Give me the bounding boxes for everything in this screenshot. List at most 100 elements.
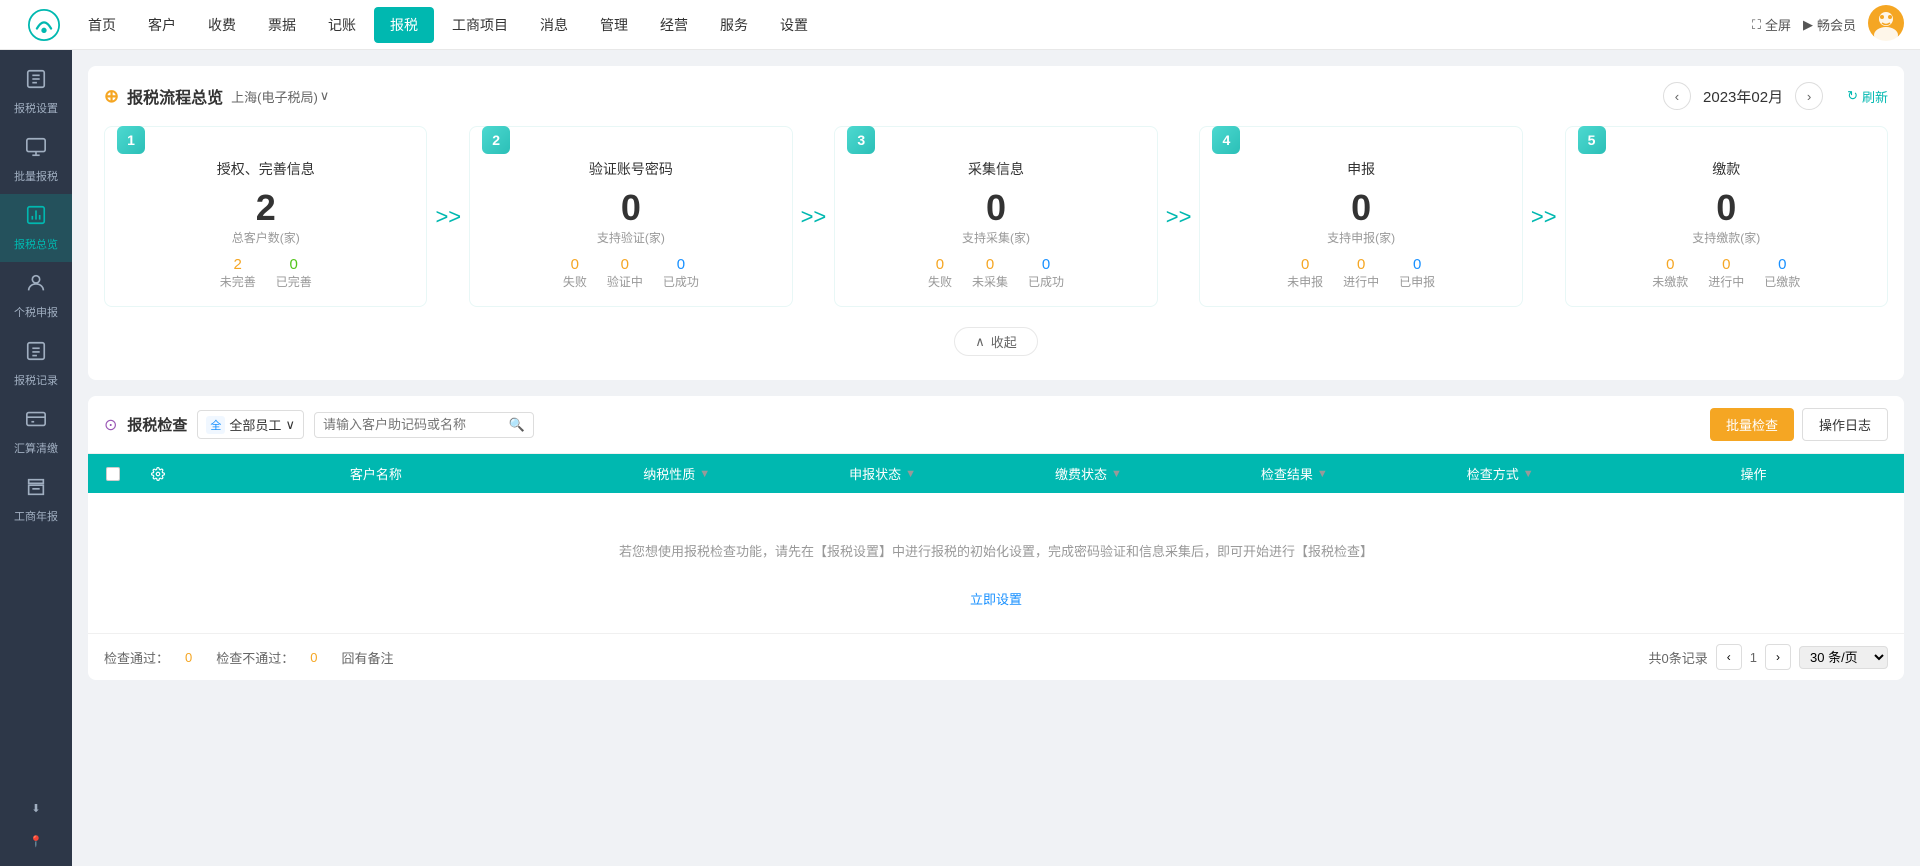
sidebar-item-tax-settings[interactable]: 报税设置 bbox=[0, 58, 72, 126]
check-header: ⊙ 报税检查 全 全部员工 ∨ 🔍 批量检查 操作日志 bbox=[88, 396, 1904, 454]
sidebar-download[interactable]: ⬇ bbox=[29, 792, 43, 825]
stat-val: 0 bbox=[972, 256, 1008, 273]
sidebar-item-individual-tax[interactable]: 个税申报 bbox=[0, 262, 72, 330]
stat-paying[interactable]: 0 进行中 bbox=[1708, 256, 1744, 290]
download-icon: ⬇ bbox=[31, 802, 40, 815]
nav-fee[interactable]: 收费 bbox=[192, 0, 252, 50]
stat-verifying[interactable]: 0 验证中 bbox=[607, 256, 643, 290]
stat-val: 0 bbox=[1287, 256, 1323, 273]
nav-customer[interactable]: 客户 bbox=[132, 0, 192, 50]
stat-fail[interactable]: 0 失败 bbox=[563, 256, 587, 290]
flow-steps: 1 授权、完善信息 2 总客户数(家) 2 未完善 0 已完善 bbox=[104, 126, 1888, 307]
per-page-select[interactable]: 30 条/页 50 条/页 100 条/页 bbox=[1799, 646, 1888, 669]
stat-verified[interactable]: 0 已成功 bbox=[663, 256, 699, 290]
fullscreen-btn[interactable]: ⛶ 全屏 bbox=[1752, 15, 1791, 34]
prev-month-btn[interactable]: ‹ bbox=[1663, 82, 1691, 110]
nav-invoice[interactable]: 票据 bbox=[252, 0, 312, 50]
next-page-btn[interactable]: › bbox=[1765, 644, 1791, 670]
step-title-4: 申报 bbox=[1216, 159, 1505, 179]
refresh-label: 刷新 bbox=[1862, 87, 1888, 106]
filter-icon[interactable]: ▼ bbox=[1317, 468, 1328, 480]
prev-page-btn[interactable]: ‹ bbox=[1716, 644, 1742, 670]
step-count-4: 0 bbox=[1216, 187, 1505, 229]
stat-declared[interactable]: 0 已申报 bbox=[1399, 256, 1435, 290]
th-check-method: 检查方式 ▼ bbox=[1397, 454, 1603, 493]
arrow-1: >> bbox=[427, 126, 469, 307]
vip-btn[interactable]: ▶ 畅会员 bbox=[1803, 15, 1856, 34]
nav-business[interactable]: 工商项目 bbox=[436, 0, 524, 50]
stat-fail[interactable]: 0 失败 bbox=[928, 256, 952, 290]
step-stats-3: 0 失败 0 未采集 0 已成功 bbox=[851, 256, 1140, 290]
chevron-down-icon: ∨ bbox=[320, 88, 330, 104]
tax-settings-icon bbox=[25, 68, 47, 96]
header-checkbox[interactable] bbox=[106, 467, 120, 481]
step-count-1: 2 bbox=[121, 187, 410, 229]
batch-check-btn[interactable]: 批量检查 bbox=[1710, 408, 1794, 441]
nav-home[interactable]: 首页 bbox=[72, 0, 132, 50]
stat-paid[interactable]: 0 已缴款 bbox=[1764, 256, 1800, 290]
nav-service[interactable]: 服务 bbox=[704, 0, 764, 50]
flow-header: ⊕ 报税流程总览 上海(电子税局) ∨ ‹ 2023年02月 › ↻ 刷新 bbox=[104, 82, 1888, 110]
stat-label: 未采集 bbox=[972, 273, 1008, 290]
step-count-3: 0 bbox=[851, 187, 1140, 229]
stat-collected[interactable]: 0 已成功 bbox=[1028, 256, 1064, 290]
step-stats-1: 2 未完善 0 已完善 bbox=[121, 256, 410, 290]
stat-not-paid[interactable]: 0 未缴款 bbox=[1652, 256, 1688, 290]
step-sub-1: 总客户数(家) bbox=[121, 229, 410, 246]
step-sub-3: 支持采集(家) bbox=[851, 229, 1140, 246]
stat-incomplete[interactable]: 2 未完善 bbox=[220, 256, 256, 290]
sidebar-item-settlement[interactable]: 汇算清缴 bbox=[0, 398, 72, 466]
check-title: 报税检查 bbox=[127, 414, 187, 435]
fail-count[interactable]: 0 bbox=[310, 650, 317, 665]
nav-right: ⛶ 全屏 ▶ 畅会员 bbox=[1752, 5, 1904, 44]
search-input[interactable] bbox=[323, 417, 505, 432]
nav-tax[interactable]: 报税 bbox=[374, 7, 434, 43]
nav-settings[interactable]: 设置 bbox=[764, 0, 824, 50]
flow-location[interactable]: 上海(电子税局) ∨ bbox=[231, 87, 329, 106]
stat-label: 未申报 bbox=[1287, 273, 1323, 290]
table-header: 客户名称 纳税性质 ▼ 申报状态 ▼ 缴费状态 ▼ 检查结果 ▼ bbox=[88, 454, 1904, 493]
check-circle-icon: ⊙ bbox=[104, 415, 117, 435]
filter-icon[interactable]: ▼ bbox=[1111, 468, 1122, 480]
step-count-5: 0 bbox=[1582, 187, 1871, 229]
setup-link[interactable]: 立即设置 bbox=[970, 589, 1022, 608]
collapse-label: 收起 bbox=[991, 332, 1017, 351]
stat-label: 失败 bbox=[563, 273, 587, 290]
sidebar-item-tax-overview[interactable]: 报税总览 bbox=[0, 194, 72, 262]
stat-label: 进行中 bbox=[1343, 273, 1379, 290]
stat-complete[interactable]: 0 已完善 bbox=[276, 256, 312, 290]
refresh-btn[interactable]: ↻ 刷新 bbox=[1847, 87, 1888, 106]
nav-bookkeeping[interactable]: 记账 bbox=[312, 0, 372, 50]
pass-count[interactable]: 0 bbox=[185, 650, 192, 665]
sidebar-location[interactable]: 📍 bbox=[29, 825, 43, 858]
current-page: 1 bbox=[1750, 650, 1757, 665]
employee-filter[interactable]: 全 全部员工 ∨ bbox=[197, 410, 304, 439]
sidebar-item-batch-tax[interactable]: 批量报税 bbox=[0, 126, 72, 194]
stat-not-collected[interactable]: 0 未采集 bbox=[972, 256, 1008, 290]
sidebar-item-tax-record[interactable]: 报税记录 bbox=[0, 330, 72, 398]
stat-label: 已成功 bbox=[663, 273, 699, 290]
next-month-btn[interactable]: › bbox=[1795, 82, 1823, 110]
fail-label: 检查不通过： bbox=[216, 648, 294, 667]
step-num-1: 1 bbox=[117, 126, 145, 154]
filter-icon[interactable]: ▼ bbox=[1523, 468, 1534, 480]
stat-declaring[interactable]: 0 进行中 bbox=[1343, 256, 1379, 290]
stat-not-declared[interactable]: 0 未申报 bbox=[1287, 256, 1323, 290]
flow-step-1: 1 授权、完善信息 2 总客户数(家) 2 未完善 0 已完善 bbox=[104, 126, 427, 307]
collapse-btn[interactable]: ∧ 收起 bbox=[954, 327, 1038, 356]
sidebar-item-annual-report[interactable]: 工商年报 bbox=[0, 466, 72, 534]
table-footer: 检查通过： 0 检查不通过： 0 囧有备注 共0条记录 ‹ 1 › 30 条/页… bbox=[88, 633, 1904, 680]
refresh-icon: ↻ bbox=[1847, 88, 1858, 104]
filter-icon[interactable]: ▼ bbox=[905, 468, 916, 480]
stat-val: 2 bbox=[220, 256, 256, 273]
tax-check-card: ⊙ 报税检查 全 全部员工 ∨ 🔍 批量检查 操作日志 bbox=[88, 396, 1904, 680]
nav-message[interactable]: 消息 bbox=[524, 0, 584, 50]
operation-log-btn[interactable]: 操作日志 bbox=[1802, 408, 1888, 441]
th-setting[interactable] bbox=[138, 454, 178, 493]
search-icon[interactable]: 🔍 bbox=[509, 417, 525, 433]
pagination: 共0条记录 ‹ 1 › 30 条/页 50 条/页 100 条/页 bbox=[1649, 644, 1888, 670]
filter-icon[interactable]: ▼ bbox=[699, 468, 710, 480]
nav-operation[interactable]: 经营 bbox=[644, 0, 704, 50]
th-tax-nature: 纳税性质 ▼ bbox=[574, 454, 780, 493]
nav-manage[interactable]: 管理 bbox=[584, 0, 644, 50]
